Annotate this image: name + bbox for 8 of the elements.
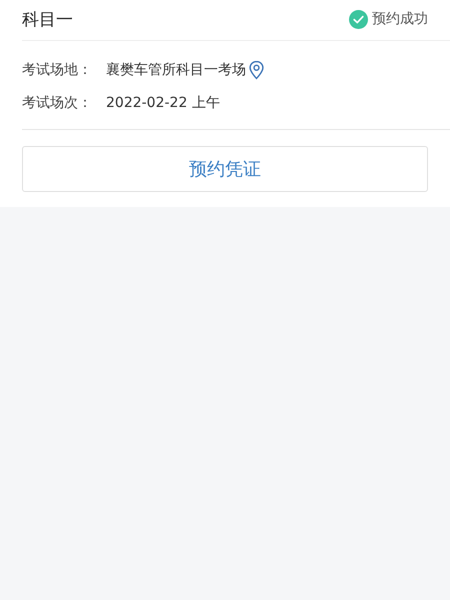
subject-title: 科目一 [22,8,73,30]
field-value: 2022-02-22 上午 [106,94,220,112]
field-label: 考试场地： [22,60,93,78]
location-pin-icon[interactable] [249,60,264,80]
field-label: 考试场次： [22,94,93,112]
voucher-button[interactable]: 预约凭证 [22,146,428,192]
status-label: 预约成功 [372,10,428,28]
field-value: 襄樊车管所科目一考场 [106,60,246,78]
